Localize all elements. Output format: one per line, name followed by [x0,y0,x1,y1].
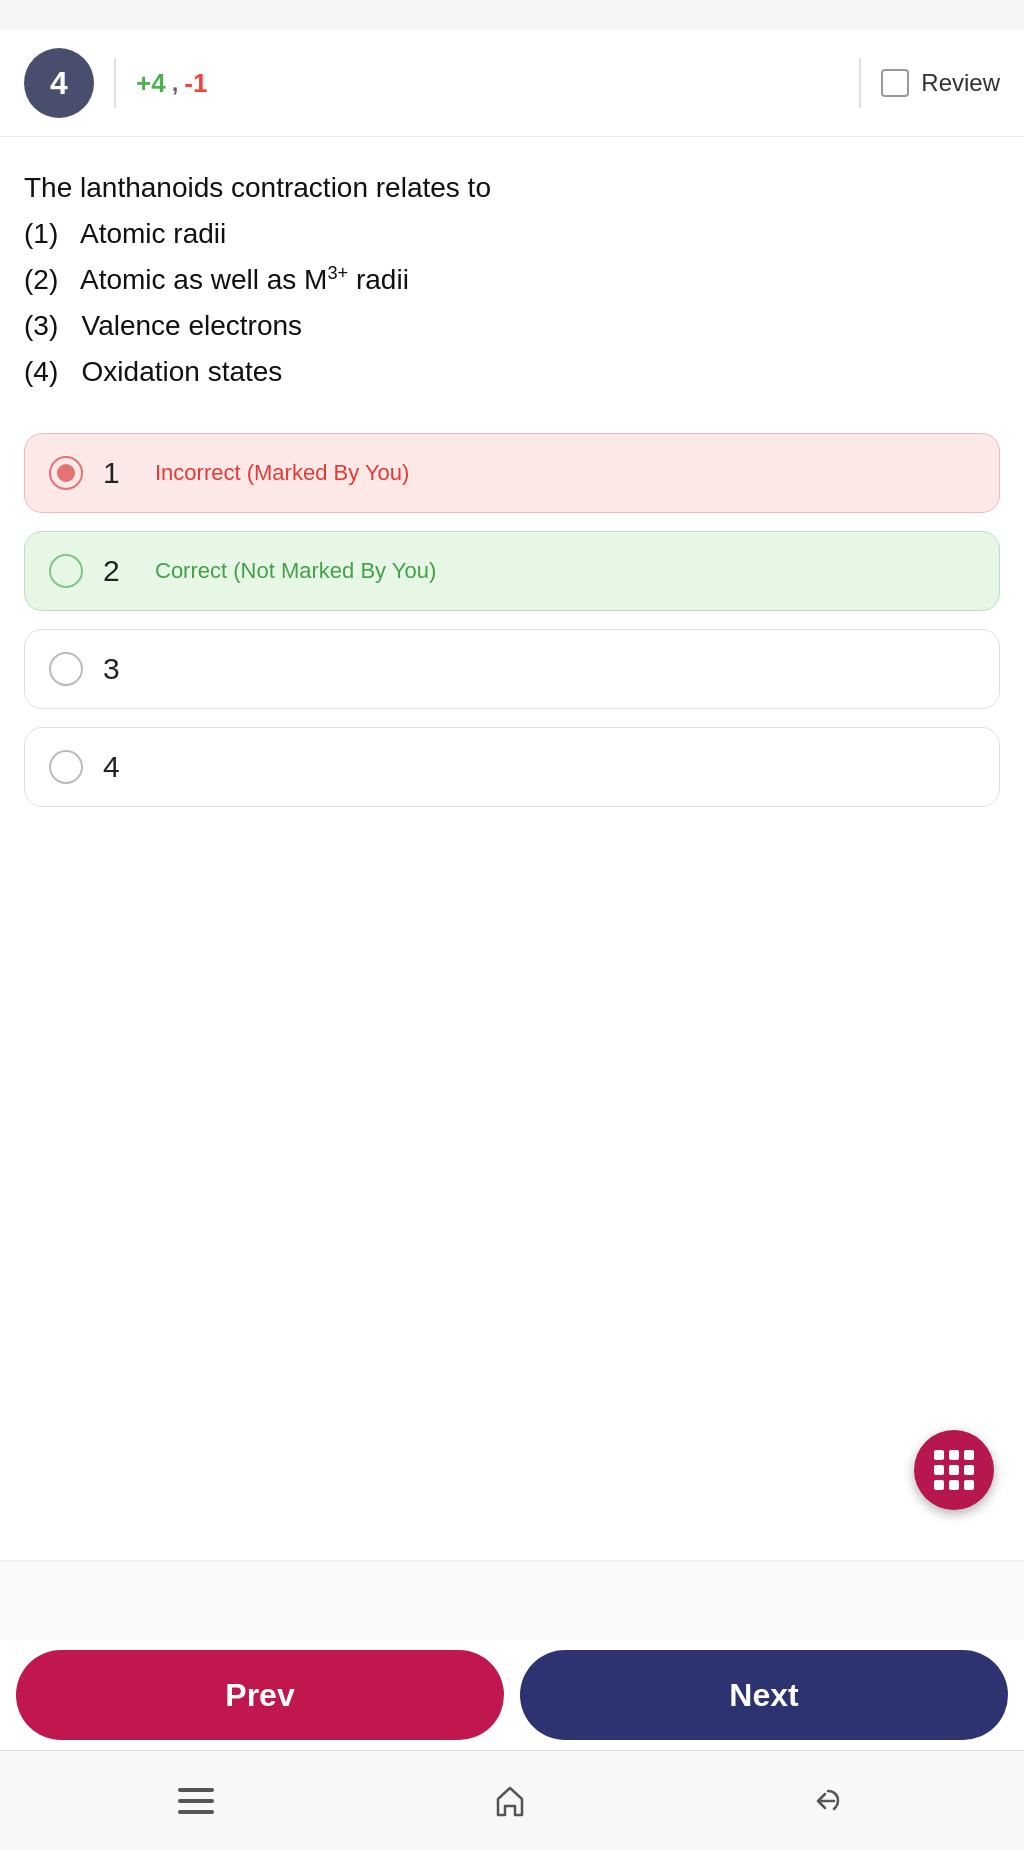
header: 4 +4 , -1 Review [0,30,1024,137]
review-area[interactable]: Review [881,69,1000,97]
prev-button[interactable]: Prev [16,1650,504,1740]
option-3[interactable]: 3 [24,629,1000,709]
radio-btn-3[interactable] [49,652,83,686]
hamburger-line [178,1810,214,1814]
grid-dot [934,1465,944,1475]
score-separator: , [172,69,179,97]
radio-btn-4[interactable] [49,750,83,784]
review-label: Review [921,69,1000,97]
question-line-3: (2) Atomic as well as M3+ radii [24,259,1000,301]
question-line-1: The lanthanoids contraction relates to [24,167,1000,209]
score-positive: +4 [136,68,166,99]
score-area: +4 , -1 [136,68,839,99]
option-number-4: 4 [103,750,127,784]
grid-dot [949,1450,959,1460]
question-text: The lanthanoids contraction relates to (… [24,167,1000,393]
header-divider-2 [859,58,861,108]
question-line-2: (1) Atomic radii [24,213,1000,255]
radio-btn-1[interactable] [49,456,83,490]
menu-icon[interactable] [178,1788,214,1814]
question-content: The lanthanoids contraction relates to (… [0,137,1024,1560]
bottom-nav [0,1750,1024,1850]
hamburger-line [178,1788,214,1792]
question-number: 4 [50,65,68,102]
option-number-2: 2 [103,554,127,588]
screen: 4 +4 , -1 Review The lanthanoids contrac… [0,0,1024,1850]
option-number-1: 1 [103,456,127,490]
grid-dot [934,1450,944,1460]
grid-dot [949,1465,959,1475]
grid-dot [964,1480,974,1490]
header-divider-1 [114,58,116,108]
grid-dot [964,1450,974,1460]
option-4[interactable]: 4 [24,727,1000,807]
grid-dot [934,1480,944,1490]
option-status-1: Incorrect (Marked By You) [155,460,409,486]
status-bar [0,0,1024,30]
grid-icon [934,1450,974,1490]
grid-dot [949,1480,959,1490]
question-number-badge: 4 [24,48,94,118]
superscript: 3+ [327,263,348,283]
home-icon[interactable] [490,1781,530,1821]
question-line-5: (4) Oxidation states [24,351,1000,393]
option-2[interactable]: 2 Correct (Not Marked By You) [24,531,1000,611]
bottom-answer-section [0,1560,1024,1640]
grid-dot [964,1465,974,1475]
back-icon[interactable] [806,1781,846,1821]
question-line-4: (3) Valence electrons [24,305,1000,347]
option-status-2: Correct (Not Marked By You) [155,558,436,584]
next-button[interactable]: Next [520,1650,1008,1740]
options-list: 1 Incorrect (Marked By You) 2 Correct (N… [24,433,1000,807]
review-checkbox[interactable] [881,69,909,97]
option-number-3: 3 [103,652,127,686]
fab-grid-button[interactable] [914,1430,994,1510]
hamburger-line [178,1799,214,1803]
option-1[interactable]: 1 Incorrect (Marked By You) [24,433,1000,513]
nav-buttons: Prev Next [0,1640,1024,1750]
score-negative: -1 [184,68,207,99]
radio-btn-2[interactable] [49,554,83,588]
